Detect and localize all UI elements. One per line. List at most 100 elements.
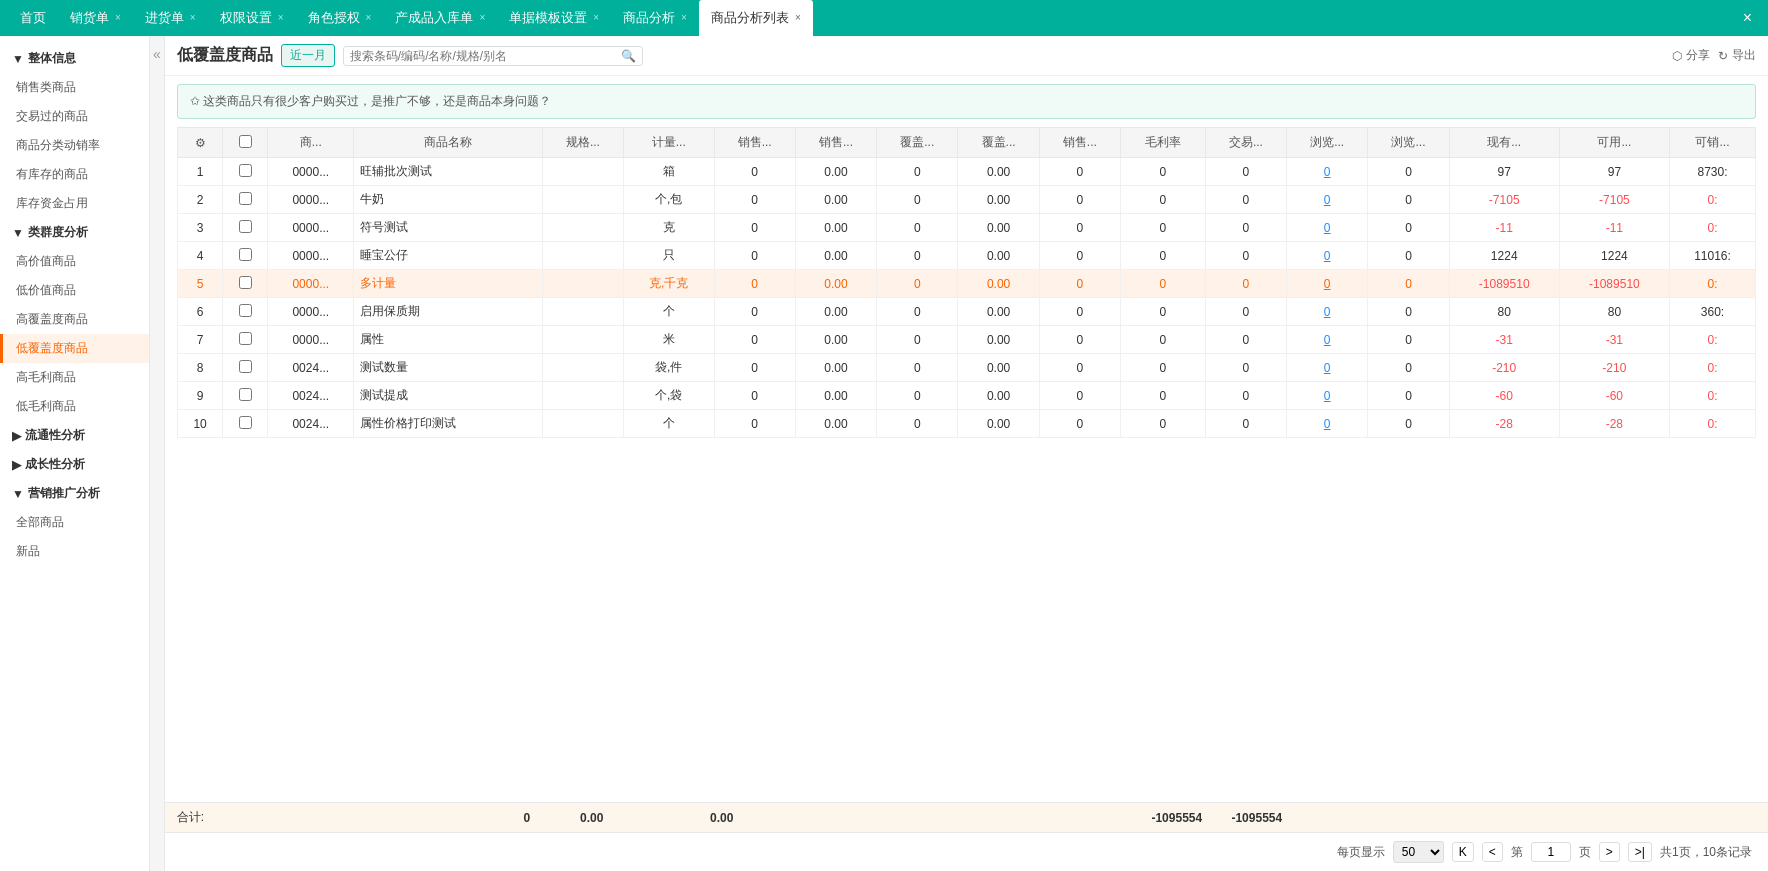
time-filter-button[interactable]: 近一月 xyxy=(281,44,335,67)
row-unit: 只 xyxy=(624,242,715,270)
export-button[interactable]: ↻ 导出 xyxy=(1718,47,1756,64)
sidebar-item-traded-goods[interactable]: 交易过的商品 xyxy=(0,102,149,131)
tab-sales-order[interactable]: 销货单 × xyxy=(58,0,133,36)
tab-product-analysis[interactable]: 商品分析 × xyxy=(611,0,699,36)
total-sales-amt: 0.00 xyxy=(557,811,627,825)
sidebar-item-low-value[interactable]: 低价值商品 xyxy=(0,276,149,305)
sidebar-item-low-coverage[interactable]: 低覆盖度商品 xyxy=(0,334,149,363)
first-page-button[interactable]: K xyxy=(1452,842,1474,862)
chevron-down-icon: ▼ xyxy=(12,52,24,66)
col-checkbox[interactable] xyxy=(223,128,268,158)
sidebar-item-stocked-goods[interactable]: 有库存的商品 xyxy=(0,160,149,189)
row-browse2: 0 xyxy=(1368,186,1449,214)
row-checkbox[interactable] xyxy=(223,410,268,438)
row-checkbox[interactable] xyxy=(223,326,268,354)
row-browse1[interactable]: 0 xyxy=(1287,270,1368,298)
row-browse1[interactable]: 0 xyxy=(1287,326,1368,354)
close-icon[interactable]: × xyxy=(681,0,687,36)
sidebar-section-overall[interactable]: ▼ 整体信息 xyxy=(0,44,149,73)
settings-icon[interactable]: ⚙ xyxy=(195,136,206,150)
sidebar-section-cluster[interactable]: ▼ 类群度分析 xyxy=(0,218,149,247)
tab-role-auth[interactable]: 角色授权 × xyxy=(296,0,384,36)
row-checkbox[interactable] xyxy=(223,186,268,214)
sidebar-item-capital-occupation[interactable]: 库存资金占用 xyxy=(0,189,149,218)
row-unit: 米 xyxy=(624,326,715,354)
row-sales-amt: 0.00 xyxy=(795,270,876,298)
row-browse1[interactable]: 0 xyxy=(1287,242,1368,270)
close-icon[interactable]: × xyxy=(479,0,485,36)
row-gross-margin: 0 xyxy=(1121,158,1206,186)
prev-page-button[interactable]: < xyxy=(1482,842,1503,862)
col-settings[interactable]: ⚙ xyxy=(177,128,223,158)
last-page-button[interactable]: >| xyxy=(1628,842,1652,862)
tab-home[interactable]: 首页 xyxy=(8,0,58,36)
close-icon[interactable]: × xyxy=(366,0,372,36)
total-sales-qty: 0 xyxy=(497,811,557,825)
row-no: 4 xyxy=(177,242,223,270)
row-current-stock: -11 xyxy=(1449,214,1559,242)
sidebar-section-liquidity[interactable]: ▶ 流通性分析 xyxy=(0,421,149,450)
sidebar-item-new-goods[interactable]: 新品 xyxy=(0,537,149,566)
tab-product-inbound[interactable]: 产成品入库单 × xyxy=(383,0,497,36)
sidebar-collapse-button[interactable]: « xyxy=(150,36,165,871)
chevron-down-icon: ▼ xyxy=(12,226,24,240)
row-checkbox[interactable] xyxy=(223,158,268,186)
close-icon[interactable]: × xyxy=(795,0,801,36)
row-sales-qty: 0 xyxy=(714,214,795,242)
row-checkbox[interactable] xyxy=(223,298,268,326)
row-gross-margin: 0 xyxy=(1121,354,1206,382)
table-row: 2 0000... 牛奶 个,包 0 0.00 0 0.00 0 0 0 0 0… xyxy=(177,186,1755,214)
row-available: -210 xyxy=(1559,354,1669,382)
row-browse1[interactable]: 0 xyxy=(1287,298,1368,326)
table-container[interactable]: ⚙ 商... 商品名称 规格... 计量... 销售... 销售... 覆盖..… xyxy=(165,127,1768,802)
row-sales-x: 0 xyxy=(1039,158,1120,186)
close-icon[interactable]: × xyxy=(190,0,196,36)
page-size-select[interactable]: 50 20 100 200 xyxy=(1393,841,1444,863)
page-number-input[interactable] xyxy=(1531,842,1571,862)
search-input[interactable] xyxy=(350,49,621,63)
sidebar-item-high-coverage[interactable]: 高覆盖度商品 xyxy=(0,305,149,334)
close-icon[interactable]: × xyxy=(278,0,284,36)
col-sales-amt: 销售... xyxy=(795,128,876,158)
close-icon[interactable]: × xyxy=(593,0,599,36)
sidebar-item-all-goods[interactable]: 全部商品 xyxy=(0,508,149,537)
row-checkbox[interactable] xyxy=(223,242,268,270)
close-icon[interactable]: × xyxy=(115,0,121,36)
sidebar-item-category-rate[interactable]: 商品分类动销率 xyxy=(0,131,149,160)
tab-permission[interactable]: 权限设置 × xyxy=(208,0,296,36)
row-checkbox[interactable] xyxy=(223,354,268,382)
select-all-checkbox[interactable] xyxy=(239,135,252,148)
main-layout: ▼ 整体信息 销售类商品 交易过的商品 商品分类动销率 有库存的商品 库存资金占… xyxy=(0,36,1768,871)
row-browse1[interactable]: 0 xyxy=(1287,158,1368,186)
col-coverage1: 覆盖... xyxy=(877,128,958,158)
row-checkbox[interactable] xyxy=(223,214,268,242)
tab-purchase-order[interactable]: 进货单 × xyxy=(133,0,208,36)
col-spec: 规格... xyxy=(542,128,623,158)
total-coverage2: 0.00 xyxy=(687,811,757,825)
row-browse1[interactable]: 0 xyxy=(1287,354,1368,382)
row-browse1[interactable]: 0 xyxy=(1287,410,1368,438)
share-button[interactable]: ⬡ 分享 xyxy=(1672,47,1710,64)
sidebar-item-high-margin[interactable]: 高毛利商品 xyxy=(0,363,149,392)
next-page-button[interactable]: > xyxy=(1599,842,1620,862)
row-browse1[interactable]: 0 xyxy=(1287,214,1368,242)
tab-product-analysis-list[interactable]: 商品分析列表 × xyxy=(699,0,813,36)
row-browse1[interactable]: 0 xyxy=(1287,186,1368,214)
row-code: 0024... xyxy=(268,354,354,382)
tab-template-settings[interactable]: 单据模板设置 × xyxy=(497,0,611,36)
sidebar-section-growth[interactable]: ▶ 成长性分析 xyxy=(0,450,149,479)
row-browse1[interactable]: 0 xyxy=(1287,382,1368,410)
page-unit: 页 xyxy=(1579,844,1591,861)
sidebar-item-high-value[interactable]: 高价值商品 xyxy=(0,247,149,276)
total-info: 共1页，10条记录 xyxy=(1660,844,1752,861)
row-sellable: 0: xyxy=(1669,382,1755,410)
search-icon[interactable]: 🔍 xyxy=(621,49,636,63)
row-gross-margin: 0 xyxy=(1121,326,1206,354)
row-checkbox[interactable] xyxy=(223,270,268,298)
sidebar-section-marketing[interactable]: ▼ 营销推广分析 xyxy=(0,479,149,508)
row-spec xyxy=(542,326,623,354)
sidebar-item-sales-goods[interactable]: 销售类商品 xyxy=(0,73,149,102)
sidebar-item-low-margin[interactable]: 低毛利商品 xyxy=(0,392,149,421)
row-checkbox[interactable] xyxy=(223,382,268,410)
close-all-button[interactable]: × xyxy=(1735,9,1760,27)
